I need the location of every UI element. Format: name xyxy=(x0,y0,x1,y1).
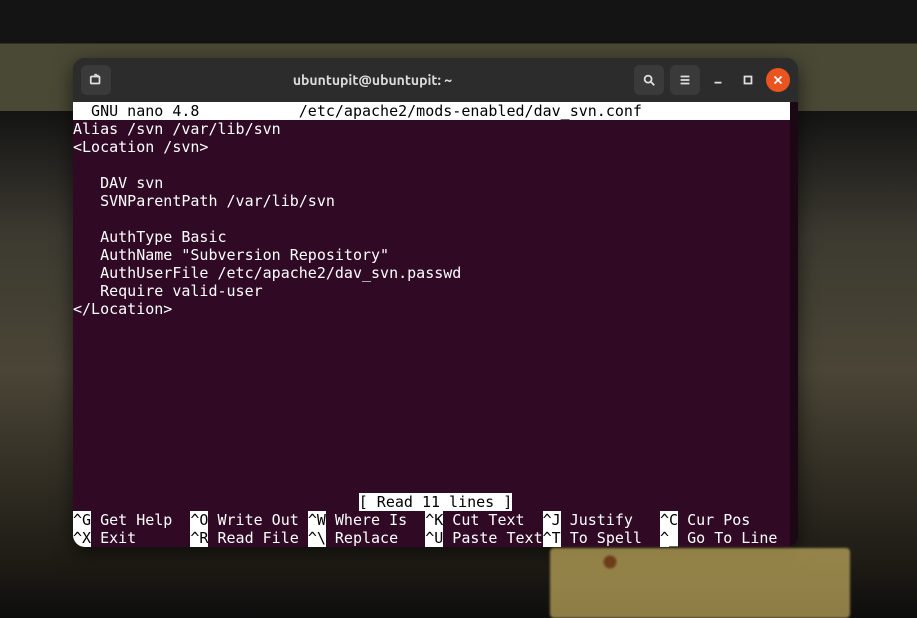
nano-file-text: Alias /svn /var/lib/svn <Location /svn> … xyxy=(73,120,798,318)
new-tab-button[interactable] xyxy=(81,65,111,95)
nano-help-label: Read File xyxy=(208,529,307,547)
maximize-icon xyxy=(741,73,755,87)
nano-help-key: ^C xyxy=(660,511,678,529)
nano-status-line: [ Read 11 lines ] xyxy=(359,493,513,511)
nano-help-label: Go To Line xyxy=(678,529,777,547)
terminal-window: ubuntupit@ubuntupit: ~ GNU nano 4.8 /etc… xyxy=(73,58,798,547)
hamburger-icon xyxy=(678,73,692,87)
terminal-content[interactable]: GNU nano 4.8 /etc/apache2/mods-enabled/d… xyxy=(73,102,798,547)
terminal-scrollbar[interactable] xyxy=(790,102,798,547)
nano-help-key: ^J xyxy=(543,511,561,529)
nano-help-label: To Spell xyxy=(561,529,660,547)
nano-help-label: Where Is xyxy=(326,511,425,529)
desktop-wallpaper: ubuntupit@ubuntupit: ~ GNU nano 4.8 /etc… xyxy=(0,0,917,618)
nano-help-row: ^G Get Help ^O Write Out ^W Where Is ^K … xyxy=(73,511,798,529)
nano-help-bar: ^G Get Help ^O Write Out ^W Where Is ^K … xyxy=(73,511,798,547)
close-button[interactable] xyxy=(766,68,790,92)
search-icon xyxy=(642,73,656,87)
nano-help-label: Replace xyxy=(326,529,425,547)
nano-status-wrap: [ Read 11 lines ] xyxy=(73,493,798,511)
nano-help-label: Justify xyxy=(561,511,660,529)
nano-help-key: ^X xyxy=(73,529,91,547)
nano-help-key: ^W xyxy=(308,511,326,529)
nano-help-key: ^O xyxy=(190,511,208,529)
nano-help-label: Cur Pos xyxy=(678,511,750,529)
window-title: ubuntupit@ubuntupit: ~ xyxy=(293,72,452,88)
nano-help-label: Get Help xyxy=(91,511,190,529)
nano-help-key: ^R xyxy=(190,529,208,547)
nano-help-key: ^G xyxy=(73,511,91,529)
nano-help-key: ^K xyxy=(425,511,443,529)
nano-help-label: Exit xyxy=(91,529,190,547)
nano-help-label: Write Out xyxy=(208,511,307,529)
window-titlebar: ubuntupit@ubuntupit: ~ xyxy=(73,58,798,102)
minimize-icon xyxy=(711,73,725,87)
search-button[interactable] xyxy=(634,65,664,95)
nano-help-key: ^U xyxy=(425,529,443,547)
nano-header-line: GNU nano 4.8 /etc/apache2/mods-enabled/d… xyxy=(73,102,798,120)
menu-button[interactable] xyxy=(670,65,700,95)
close-icon xyxy=(771,73,785,87)
nano-help-key: ^\ xyxy=(308,529,326,547)
maximize-button[interactable] xyxy=(736,68,760,92)
nano-help-row: ^X Exit ^R Read File ^\ Replace ^U Paste… xyxy=(73,529,798,547)
nano-help-key: ^_ xyxy=(660,529,678,547)
minimize-button[interactable] xyxy=(706,68,730,92)
nano-help-label: Paste Text xyxy=(443,529,542,547)
new-tab-icon xyxy=(89,73,103,87)
nano-help-label: Cut Text xyxy=(443,511,542,529)
nano-help-key: ^T xyxy=(543,529,561,547)
